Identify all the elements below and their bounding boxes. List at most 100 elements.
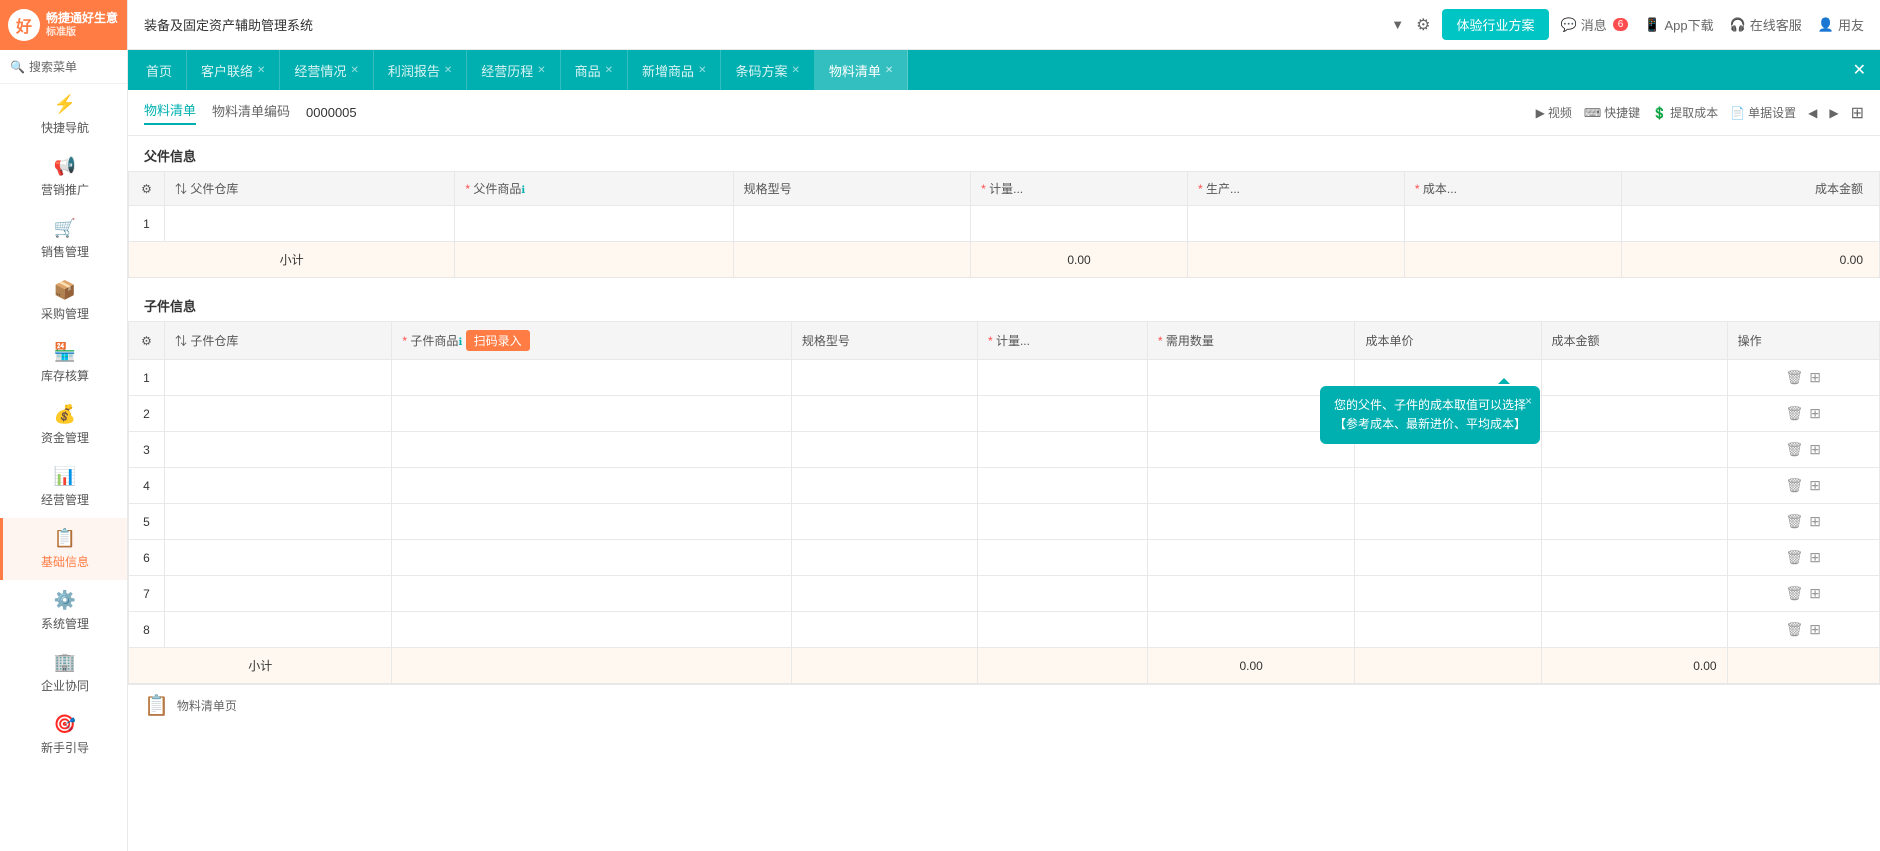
delete-icon-1[interactable]: 🗑 <box>1786 369 1804 386</box>
delete-icon-7[interactable]: 🗑 <box>1786 585 1804 602</box>
child-unit-1[interactable] <box>977 360 1147 396</box>
child-unit-6[interactable] <box>977 540 1147 576</box>
app-download-action[interactable]: 📱 App下载 <box>1644 15 1713 34</box>
sidebar-item-finance[interactable]: 💰 资金管理 <box>0 394 127 456</box>
child-spec-3[interactable] <box>791 432 977 468</box>
sidebar-item-sales[interactable]: 🛒 销售管理 <box>0 208 127 270</box>
delete-icon-2[interactable]: 🗑 <box>1786 405 1804 422</box>
tab-close-barcode[interactable]: ✕ <box>791 65 799 76</box>
child-unit-2[interactable] <box>977 396 1147 432</box>
child-amount-1[interactable] <box>1541 360 1727 396</box>
parent-unit-1[interactable] <box>971 206 1188 242</box>
topbar-dropdown-icon[interactable]: ▼ <box>1391 17 1404 32</box>
nav-tab-barcode[interactable]: 条码方案 ✕ <box>721 50 814 90</box>
sidebar-item-basic-info[interactable]: 📋 基础信息 <box>0 518 127 580</box>
child-qty-7[interactable] <box>1147 576 1355 612</box>
tab-close-profit[interactable]: ✕ <box>444 65 452 76</box>
close-all-tabs[interactable]: ✕ <box>1843 60 1876 80</box>
child-warehouse-7[interactable] <box>165 576 392 612</box>
child-spec-7[interactable] <box>791 576 977 612</box>
child-unit-cost-8[interactable] <box>1355 612 1541 648</box>
child-product-8[interactable] <box>392 612 792 648</box>
trial-button[interactable]: 体验行业方案 <box>1442 9 1548 40</box>
copy-icon-5[interactable]: ⊞ <box>1809 513 1821 530</box>
child-amount-4[interactable] <box>1541 468 1727 504</box>
child-product-1[interactable] <box>392 360 792 396</box>
child-unit-7[interactable] <box>977 576 1147 612</box>
nav-tab-home[interactable]: 首页 <box>132 50 187 90</box>
child-warehouse-6[interactable] <box>165 540 392 576</box>
child-spec-1[interactable] <box>791 360 977 396</box>
bottom-icon[interactable]: 📋 <box>144 693 169 718</box>
sidebar-item-marketing[interactable]: 📢 营销推广 <box>0 146 127 208</box>
child-warehouse-4[interactable] <box>165 468 392 504</box>
message-action[interactable]: 💬 消息 6 <box>1561 15 1629 34</box>
child-amount-7[interactable] <box>1541 576 1727 612</box>
child-unit-cost-4[interactable] <box>1355 468 1541 504</box>
grid-icon[interactable]: ⊞ <box>1851 103 1864 123</box>
child-product-7[interactable] <box>392 576 792 612</box>
nav-tab-new-goods[interactable]: 新增商品 ✕ <box>628 50 721 90</box>
child-product-5[interactable] <box>392 504 792 540</box>
child-amount-5[interactable] <box>1541 504 1727 540</box>
child-warehouse-1[interactable] <box>165 360 392 396</box>
nav-tab-goods[interactable]: 商品 ✕ <box>561 50 628 90</box>
sidebar-item-inventory[interactable]: 🏪 库存核算 <box>0 332 127 394</box>
copy-icon-2[interactable]: ⊞ <box>1809 405 1821 422</box>
child-warehouse-5[interactable] <box>165 504 392 540</box>
nav-tab-customer[interactable]: 客户联络 ✕ <box>187 50 280 90</box>
tab-close-customer[interactable]: ✕ <box>257 65 265 76</box>
sidebar-item-purchase[interactable]: 📦 采购管理 <box>0 270 127 332</box>
child-product-6[interactable] <box>392 540 792 576</box>
child-product-3[interactable] <box>392 432 792 468</box>
child-qty-4[interactable] <box>1147 468 1355 504</box>
child-warehouse-2[interactable] <box>165 396 392 432</box>
nav-left-icon[interactable]: ◀ <box>1808 106 1817 120</box>
parent-prod-1[interactable] <box>1188 206 1405 242</box>
scan-button[interactable]: 扫码录入 <box>466 330 530 351</box>
child-amount-2[interactable] <box>1541 396 1727 432</box>
delete-icon-5[interactable]: 🗑 <box>1786 513 1804 530</box>
child-amount-6[interactable] <box>1541 540 1727 576</box>
sidebar-item-enterprise[interactable]: 🏢 企业协同 <box>0 642 127 704</box>
delete-icon-6[interactable]: 🗑 <box>1786 549 1804 566</box>
sidebar-item-guide[interactable]: 🎯 新手引导 <box>0 704 127 766</box>
copy-icon-7[interactable]: ⊞ <box>1809 585 1821 602</box>
topbar-gear-icon[interactable]: ⚙ <box>1416 15 1430 35</box>
user-action[interactable]: 👤 用友 <box>1818 15 1864 34</box>
action-video[interactable]: ▶ 视频 <box>1536 104 1572 121</box>
tab-close-history[interactable]: ✕ <box>537 65 545 76</box>
child-qty-6[interactable] <box>1147 540 1355 576</box>
sidebar-item-operations[interactable]: 📊 经营管理 <box>0 456 127 518</box>
copy-icon-4[interactable]: ⊞ <box>1809 477 1821 494</box>
action-hotkey[interactable]: ⌨ 快捷键 <box>1584 104 1640 121</box>
child-unit-cost-5[interactable] <box>1355 504 1541 540</box>
copy-icon-8[interactable]: ⊞ <box>1809 621 1821 638</box>
child-unit-5[interactable] <box>977 504 1147 540</box>
parent-cost-1[interactable] <box>1404 206 1621 242</box>
action-settings[interactable]: 📄 单据设置 <box>1730 104 1796 121</box>
tooltip-close-btn[interactable]: × <box>1525 392 1532 411</box>
copy-icon-1[interactable]: ⊞ <box>1809 369 1821 386</box>
child-spec-2[interactable] <box>791 396 977 432</box>
page-tab-code[interactable]: 物料清单编码 <box>212 101 290 124</box>
search-menu[interactable]: 🔍 搜索菜单 <box>0 50 127 84</box>
tab-close-operations[interactable]: ✕ <box>350 65 358 76</box>
nav-tab-history[interactable]: 经营历程 ✕ <box>467 50 560 90</box>
child-qty-8[interactable] <box>1147 612 1355 648</box>
sidebar-item-quick-nav[interactable]: ⚡ 快捷导航 <box>0 84 127 146</box>
child-spec-6[interactable] <box>791 540 977 576</box>
tab-close-goods[interactable]: ✕ <box>605 65 613 76</box>
delete-icon-8[interactable]: 🗑 <box>1786 621 1804 638</box>
child-unit-cost-7[interactable] <box>1355 576 1541 612</box>
child-spec-4[interactable] <box>791 468 977 504</box>
child-product-4[interactable] <box>392 468 792 504</box>
sidebar-item-system[interactable]: ⚙️ 系统管理 <box>0 580 127 642</box>
page-tab-bom[interactable]: 物料清单 <box>144 100 196 125</box>
child-unit-3[interactable] <box>977 432 1147 468</box>
child-unit-cost-6[interactable] <box>1355 540 1541 576</box>
copy-icon-6[interactable]: ⊞ <box>1809 549 1821 566</box>
parent-warehouse-1[interactable] <box>165 206 455 242</box>
child-qty-5[interactable] <box>1147 504 1355 540</box>
online-service-action[interactable]: 🎧 在线客服 <box>1730 15 1802 34</box>
